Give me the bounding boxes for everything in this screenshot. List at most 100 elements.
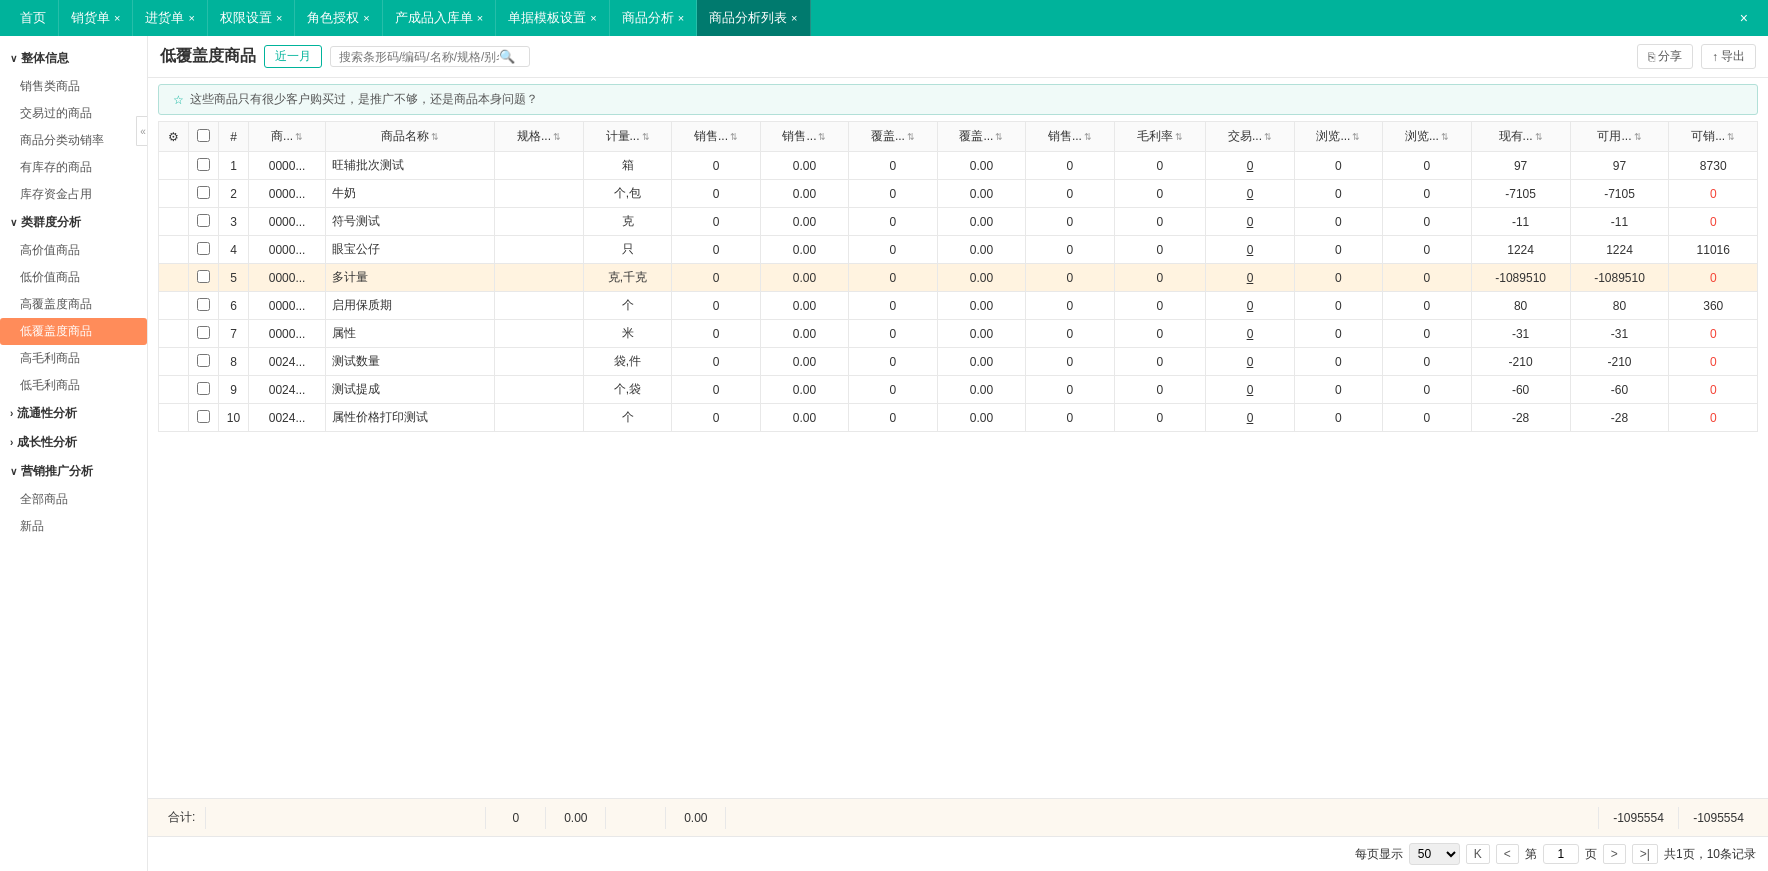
row-trade[interactable]: 0 [1206,320,1294,348]
nav-product-analysis-list-close[interactable]: × [791,12,797,24]
row-checkbox-cell[interactable] [189,320,219,348]
browse-link[interactable]: 0 [1247,383,1254,397]
browse-link[interactable]: 0 [1247,355,1254,369]
sidebar-item-low-coverage[interactable]: 低覆盖度商品 [0,318,147,345]
nav-purchase[interactable]: 进货单 × [133,0,207,36]
nav-inventory-close[interactable]: × [477,12,483,24]
row-checkbox[interactable] [197,354,210,367]
row-trade[interactable]: 0 [1206,376,1294,404]
share-button[interactable]: ⎘ 分享 [1637,44,1693,69]
sidebar-item-low-value[interactable]: 低价值商品 [0,264,147,291]
row-trade[interactable]: 0 [1206,292,1294,320]
row-trade[interactable]: 0 [1206,152,1294,180]
col-available[interactable]: 可用...⇅ [1570,122,1669,152]
last-page-button[interactable]: >| [1632,844,1658,864]
export-button[interactable]: ↑ 导出 [1701,44,1756,69]
sidebar-section-cluster[interactable]: ∨ 类群度分析 [0,208,147,237]
col-sales1[interactable]: 销售...⇅ [672,122,760,152]
sidebar-item-category-rate[interactable]: 商品分类动销率 [0,127,147,154]
window-close-button[interactable]: × [1728,10,1760,26]
nav-inventory[interactable]: 产成品入库单 × [383,0,496,36]
nav-product-analysis-close[interactable]: × [678,12,684,24]
sidebar-section-growth[interactable]: › 成长性分析 [0,428,147,457]
row-trade[interactable]: 0 [1206,348,1294,376]
sidebar-item-high-margin[interactable]: 高毛利商品 [0,345,147,372]
col-sellable[interactable]: 可销...⇅ [1669,122,1758,152]
nav-permissions[interactable]: 权限设置 × [208,0,295,36]
row-checkbox[interactable] [197,242,210,255]
browse-link[interactable]: 0 [1247,271,1254,285]
col-unit[interactable]: 计量...⇅ [583,122,671,152]
nav-template[interactable]: 单据模板设置 × [496,0,609,36]
col-trade[interactable]: 交易...⇅ [1206,122,1294,152]
browse-link[interactable]: 0 [1247,299,1254,313]
sidebar-item-sales-goods[interactable]: 销售类商品 [0,73,147,100]
browse-link[interactable]: 0 [1247,243,1254,257]
row-trade[interactable]: 0 [1206,180,1294,208]
row-checkbox[interactable] [197,382,210,395]
col-current[interactable]: 现有...⇅ [1471,122,1570,152]
sidebar-section-marketing[interactable]: ∨ 营销推广分析 [0,457,147,486]
sidebar-item-stocked-goods[interactable]: 有库存的商品 [0,154,147,181]
sidebar-item-high-value[interactable]: 高价值商品 [0,237,147,264]
row-checkbox-cell[interactable] [189,348,219,376]
nav-product-analysis[interactable]: 商品分析 × [610,0,697,36]
search-input[interactable] [339,50,499,64]
col-sales3[interactable]: 销售...⇅ [1026,122,1114,152]
col-code[interactable]: 商...⇅ [249,122,326,152]
sidebar-item-inventory-capital[interactable]: 库存资金占用 [0,181,147,208]
browse-link[interactable]: 0 [1247,215,1254,229]
nav-roles[interactable]: 角色授权 × [295,0,382,36]
sidebar-section-overview[interactable]: ∨ 整体信息 [0,44,147,73]
browse-link[interactable]: 0 [1247,187,1254,201]
browse-link[interactable]: 0 [1247,159,1254,173]
col-browse2[interactable]: 浏览...⇅ [1383,122,1471,152]
row-checkbox[interactable] [197,158,210,171]
row-checkbox[interactable] [197,270,210,283]
page-number-input[interactable] [1543,844,1579,864]
nav-sales[interactable]: 销货单 × [59,0,133,36]
row-checkbox[interactable] [197,298,210,311]
nav-permissions-close[interactable]: × [276,12,282,24]
row-trade[interactable]: 0 [1206,264,1294,292]
col-settings[interactable]: ⚙ [159,122,189,152]
nav-sales-close[interactable]: × [114,12,120,24]
sidebar-item-new-goods[interactable]: 新品 [0,513,147,540]
prev-page-button[interactable]: < [1496,844,1519,864]
row-trade[interactable]: 0 [1206,236,1294,264]
next-page-button[interactable]: > [1603,844,1626,864]
sidebar-section-liquidity[interactable]: › 流通性分析 [0,399,147,428]
settings-icon[interactable]: ⚙ [168,130,179,144]
sidebar-item-high-coverage[interactable]: 高覆盖度商品 [0,291,147,318]
row-checkbox-cell[interactable] [189,236,219,264]
row-checkbox[interactable] [197,410,210,423]
row-checkbox-cell[interactable] [189,376,219,404]
row-checkbox[interactable] [197,326,210,339]
nav-home[interactable]: 首页 [8,0,59,36]
row-checkbox[interactable] [197,186,210,199]
col-spec[interactable]: 规格...⇅ [495,122,583,152]
col-cover1[interactable]: 覆盖...⇅ [849,122,937,152]
time-filter-button[interactable]: 近一月 [264,45,322,68]
row-trade[interactable]: 0 [1206,404,1294,432]
sidebar-item-low-margin[interactable]: 低毛利商品 [0,372,147,399]
col-browse1[interactable]: 浏览...⇅ [1294,122,1382,152]
nav-product-analysis-list[interactable]: 商品分析列表 × [697,0,810,36]
nav-purchase-close[interactable]: × [188,12,194,24]
first-page-button[interactable]: K [1466,844,1490,864]
row-checkbox-cell[interactable] [189,180,219,208]
row-checkbox-cell[interactable] [189,152,219,180]
row-checkbox-cell[interactable] [189,292,219,320]
browse-link[interactable]: 0 [1247,411,1254,425]
row-checkbox-cell[interactable] [189,404,219,432]
per-page-select[interactable]: 50 20 100 200 [1409,843,1460,865]
col-margin[interactable]: 毛利率⇅ [1114,122,1206,152]
col-sales2[interactable]: 销售...⇅ [760,122,848,152]
col-name[interactable]: 商品名称⇅ [326,122,495,152]
row-checkbox-cell[interactable] [189,264,219,292]
sidebar-collapse-button[interactable]: « [136,116,148,146]
row-trade[interactable]: 0 [1206,208,1294,236]
browse-link[interactable]: 0 [1247,327,1254,341]
col-checkbox[interactable] [189,122,219,152]
sidebar-item-traded-goods[interactable]: 交易过的商品 [0,100,147,127]
